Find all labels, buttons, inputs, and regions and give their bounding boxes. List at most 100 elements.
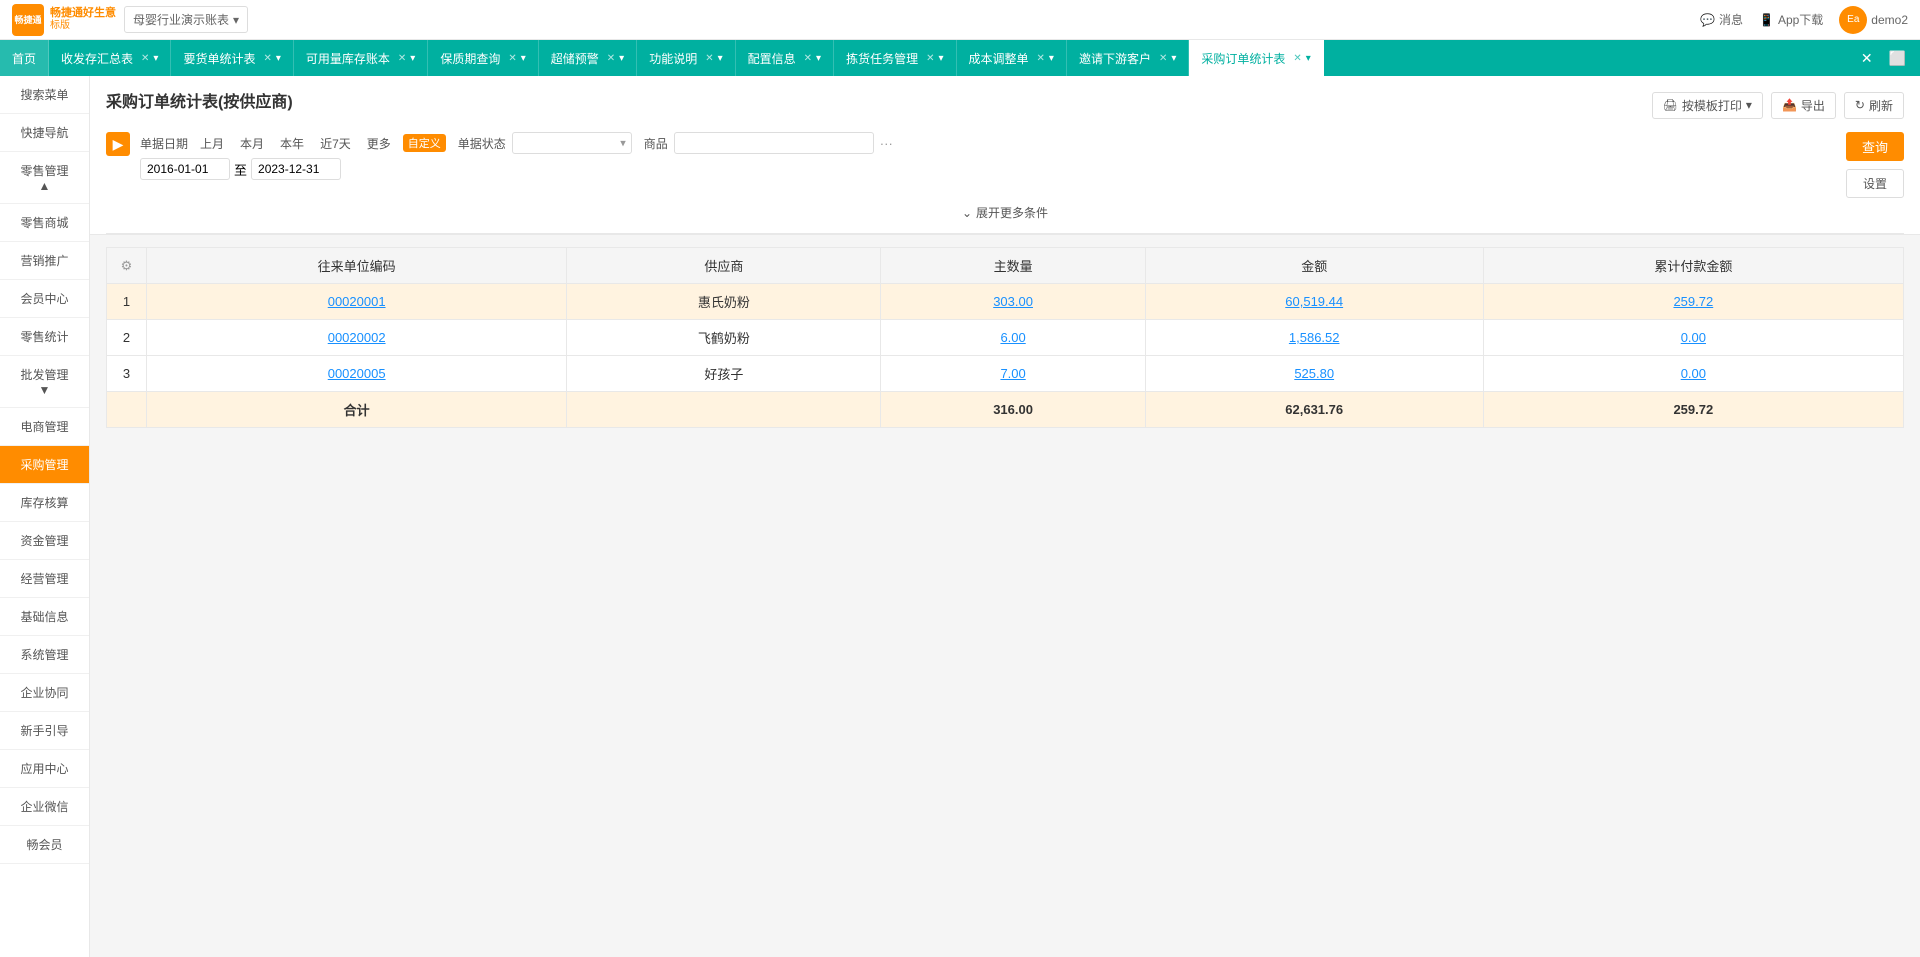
table-row[interactable]: 3 00020005 好孩子 7.00 525.80 0.00 <box>107 356 1904 392</box>
date-shortcuts: 上月 本月 本年 近7天 更多 <box>194 133 397 154</box>
tab-gongneng[interactable]: 功能说明 ✕ ▾ <box>637 40 735 76</box>
close-icon[interactable]: ✕ <box>398 53 406 64</box>
date-btn-7days[interactable]: 近7天 <box>314 133 357 154</box>
export-icon: 📤 <box>1782 98 1797 112</box>
sidebar-item-search[interactable]: 搜索菜单 <box>0 76 89 114</box>
sidebar-item-retail[interactable]: 零售管理 ▲ <box>0 152 89 204</box>
filter-actions: 查询 设置 <box>1846 132 1904 198</box>
close-icon[interactable]: ✕ <box>1159 53 1167 64</box>
table-row[interactable]: 1 00020001 惠氏奶粉 303.00 60,519.44 259.72 <box>107 284 1904 320</box>
sidebar-item-retail-stat[interactable]: 零售统计 <box>0 318 89 356</box>
close-icon[interactable]: ✕ <box>926 53 934 64</box>
chevron-down-icon[interactable]: ▾ <box>938 53 943 64</box>
chevron-down-icon[interactable]: ▾ <box>153 53 158 64</box>
paid-link[interactable]: 0.00 <box>1681 330 1706 345</box>
date-btn-last-month[interactable]: 上月 <box>194 133 230 154</box>
chevron-down-icon: ▾ <box>233 13 239 27</box>
tab-yaohuo[interactable]: 要货单统计表 ✕ ▾ <box>171 40 293 76</box>
workspace-selector[interactable]: 母婴行业演示账表 ▾ <box>124 6 248 33</box>
paid-link[interactable]: 259.72 <box>1673 294 1713 309</box>
paid-link[interactable]: 0.00 <box>1681 366 1706 381</box>
chevron-down-icon[interactable]: ▾ <box>521 53 526 64</box>
close-icon[interactable]: ✕ <box>705 53 713 64</box>
amount-link[interactable]: 60,519.44 <box>1285 294 1343 309</box>
close-icon[interactable]: ✕ <box>141 53 149 64</box>
chevron-down-icon[interactable]: ▾ <box>276 53 281 64</box>
sidebar-item-yingyong[interactable]: 应用中心 <box>0 750 89 788</box>
close-icon[interactable]: ✕ <box>508 53 516 64</box>
message-btn[interactable]: 💬 消息 <box>1700 11 1743 28</box>
sidebar-item-xitong[interactable]: 系统管理 <box>0 636 89 674</box>
date-from-input[interactable] <box>140 158 230 180</box>
template-print-btn[interactable]: 🖨 按模板打印 ▾ <box>1652 92 1763 119</box>
expand-more-btn[interactable]: ⌄ 展开更多条件 <box>962 204 1048 221</box>
sidebar-item-quick[interactable]: 快捷导航 <box>0 114 89 152</box>
tab-yaoqing[interactable]: 邀请下游客户 ✕ ▾ <box>1067 40 1189 76</box>
export-btn[interactable]: 📤 导出 <box>1771 92 1836 119</box>
query-btn[interactable]: 查询 <box>1846 132 1904 161</box>
tab-caigoudingdan[interactable]: 采购订单统计表 ✕ ▾ <box>1189 40 1323 76</box>
sidebar-item-weixin[interactable]: 企业微信 <box>0 788 89 826</box>
tab-kuyunliang[interactable]: 可用量库存账本 ✕ ▾ <box>294 40 428 76</box>
amount-link[interactable]: 525.80 <box>1294 366 1334 381</box>
chevron-down-icon[interactable]: ▾ <box>718 53 723 64</box>
sidebar-item-marketing[interactable]: 营销推广 <box>0 242 89 280</box>
avatar: Ea <box>1839 6 1867 34</box>
sidebar-item-xinshou[interactable]: 新手引导 <box>0 712 89 750</box>
sidebar-item-qiye[interactable]: 企业协同 <box>0 674 89 712</box>
cell-amount: 525.80 <box>1145 356 1483 392</box>
table-row[interactable]: 2 00020002 飞鹤奶粉 6.00 1,586.52 0.00 <box>107 320 1904 356</box>
tab-chengbentz[interactable]: 成本调整单 ✕ ▾ <box>957 40 1067 76</box>
tab-home[interactable]: 首页 <box>0 40 49 76</box>
sidebar-item-huiyuan[interactable]: 畅会员 <box>0 826 89 864</box>
tab-shoufaHz[interactable]: 收发存汇总表 ✕ ▾ <box>49 40 171 76</box>
close-icon[interactable]: ✕ <box>263 53 271 64</box>
chevron-down-icon[interactable]: ▾ <box>619 53 624 64</box>
sidebar-item-kucun[interactable]: 库存核算 <box>0 484 89 522</box>
sidebar-item-zijin[interactable]: 资金管理 <box>0 522 89 560</box>
sidebar-item-ecom[interactable]: 电商管理 <box>0 408 89 446</box>
close-icon[interactable]: ✕ <box>607 53 615 64</box>
qty-link[interactable]: 6.00 <box>1000 330 1025 345</box>
filter-toggle-btn[interactable]: ▶ <box>106 132 130 156</box>
sidebar-item-member[interactable]: 会员中心 <box>0 280 89 318</box>
close-icon[interactable]: ✕ <box>1293 53 1301 64</box>
close-icon[interactable]: ✕ <box>1037 53 1045 64</box>
user-menu[interactable]: Ea demo2 <box>1839 6 1908 34</box>
column-settings-icon[interactable]: ⚙ <box>121 258 133 273</box>
sidebar-item-shop[interactable]: 零售商城 <box>0 204 89 242</box>
goods-input[interactable] <box>674 132 874 154</box>
tab-baojingcha[interactable]: 保质期查询 ✕ ▾ <box>428 40 538 76</box>
tab-peizhi[interactable]: 配置信息 ✕ ▾ <box>736 40 834 76</box>
qty-link[interactable]: 7.00 <box>1000 366 1025 381</box>
date-btn-this-month[interactable]: 本月 <box>234 133 270 154</box>
tab-chaochuyujing[interactable]: 超储预警 ✕ ▾ <box>539 40 637 76</box>
chevron-down-icon[interactable]: ▾ <box>410 53 415 64</box>
more-options-icon[interactable]: ··· <box>880 136 893 151</box>
refresh-btn[interactable]: ↻ 刷新 <box>1844 92 1904 119</box>
filter-row-1: 单据日期 上月 本月 本年 近7天 更多 自定义 <box>140 132 1836 154</box>
close-icon[interactable]: ✕ <box>804 53 812 64</box>
chevron-down-icon[interactable]: ▾ <box>1049 53 1054 64</box>
date-btn-this-year[interactable]: 本年 <box>274 133 310 154</box>
chevron-down-icon[interactable]: ▾ <box>816 53 821 64</box>
code-link[interactable]: 00020002 <box>328 330 386 345</box>
maximize-btn[interactable]: ⬜ <box>1883 48 1912 69</box>
date-btn-more[interactable]: 更多 <box>361 133 397 154</box>
settings-btn[interactable]: 设置 <box>1846 169 1904 198</box>
sidebar-item-caigou[interactable]: 采购管理 <box>0 446 89 484</box>
amount-link[interactable]: 1,586.52 <box>1289 330 1340 345</box>
app-download-btn[interactable]: 📱 App下载 <box>1759 11 1823 28</box>
status-select[interactable] <box>512 132 632 154</box>
code-link[interactable]: 00020001 <box>328 294 386 309</box>
sidebar-item-jichu[interactable]: 基础信息 <box>0 598 89 636</box>
close-all-tabs-btn[interactable]: ✕ <box>1855 48 1879 69</box>
qty-link[interactable]: 303.00 <box>993 294 1033 309</box>
sidebar-item-pifa[interactable]: 批发管理 ▼ <box>0 356 89 408</box>
date-to-input[interactable] <box>251 158 341 180</box>
chevron-down-icon[interactable]: ▾ <box>1306 53 1311 64</box>
sidebar-item-jingying[interactable]: 经营管理 <box>0 560 89 598</box>
tab-paohuo[interactable]: 拣货任务管理 ✕ ▾ <box>834 40 956 76</box>
chevron-down-icon[interactable]: ▾ <box>1171 53 1176 64</box>
code-link[interactable]: 00020005 <box>328 366 386 381</box>
